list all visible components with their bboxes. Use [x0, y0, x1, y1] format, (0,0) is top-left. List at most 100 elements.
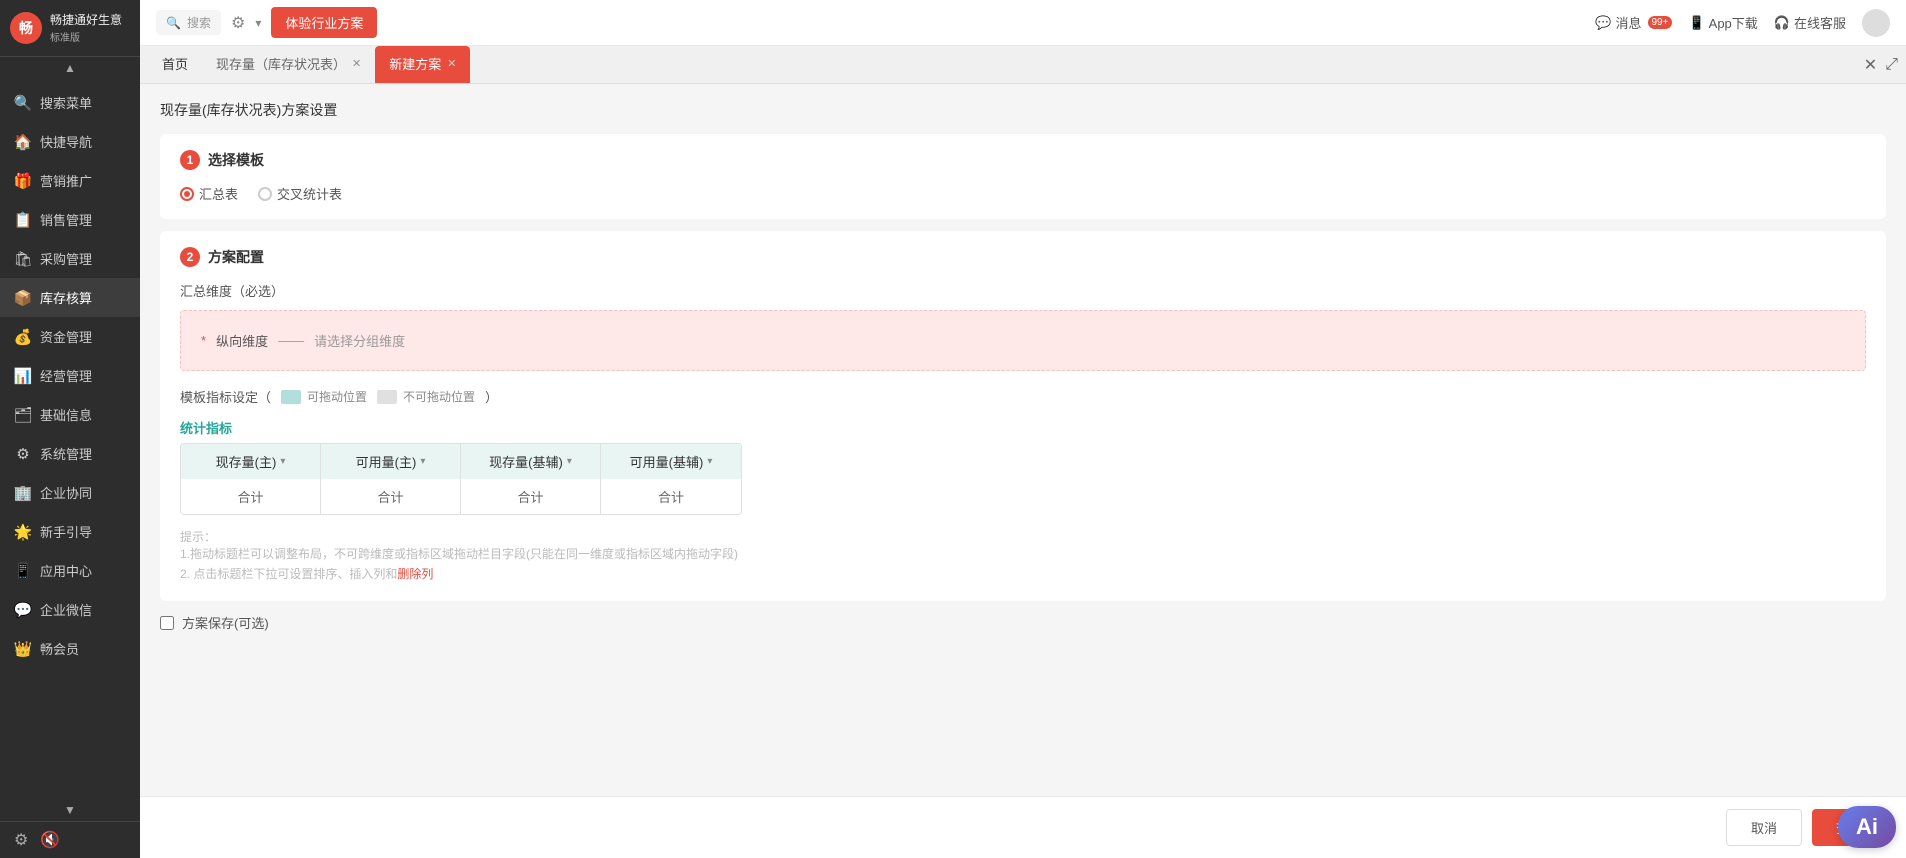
dimension-dash: ——: [278, 333, 304, 348]
radio-summary-label: 汇总表: [199, 184, 238, 203]
delete-col-link[interactable]: 删除列: [397, 567, 433, 581]
sidebar-item-system[interactable]: ⚙ 系统管理: [0, 434, 140, 473]
app-name: 畅捷通好生意: [50, 12, 122, 29]
sidebar-item-label: 资金管理: [40, 327, 92, 346]
footer-buttons: 取消 查询: [140, 796, 1906, 858]
message-item[interactable]: 💬 消息 99+: [1595, 13, 1672, 32]
sidebar-item-label: 采购管理: [40, 249, 92, 268]
industry-btn[interactable]: 体验行业方案: [271, 7, 377, 38]
sidebar-item-label: 快捷导航: [40, 132, 92, 151]
headset-icon: 🎧: [1774, 15, 1790, 31]
sidebar-item-finance[interactable]: 💰 资金管理: [0, 317, 140, 356]
stats-col-header-2[interactable]: 现存量(基辅) ▾: [461, 444, 601, 479]
sidebar-item-quick-nav[interactable]: 🏠 快捷导航: [0, 122, 140, 161]
search-box[interactable]: 🔍 搜索: [156, 10, 221, 35]
marketing-icon: 🎁: [14, 172, 32, 190]
stats-chevron-3[interactable]: ▾: [707, 456, 712, 467]
sidebar-item-label: 库存核算: [40, 288, 92, 307]
sidebar-item-basic-info[interactable]: 🗂 基础信息: [0, 395, 140, 434]
stats-chevron-2[interactable]: ▾: [567, 456, 572, 467]
sidebar-logo: 畅 畅捷通好生意 标准版: [0, 0, 140, 57]
content-area: 现存量(库存状况表)方案设置 1 选择模板 汇总表 交叉统计表: [140, 84, 1906, 796]
tab-new-scheme-label: 新建方案: [389, 54, 441, 73]
window-close-btn[interactable]: ✕: [1864, 55, 1877, 75]
tabs-bar: 首页 现存量（库存状况表） ✕ 新建方案 ✕ ✕ ⤢: [140, 46, 1906, 84]
dropdown-icon[interactable]: ▾: [255, 16, 261, 30]
tab-new-scheme[interactable]: 新建方案 ✕: [375, 46, 470, 83]
radio-cross-dot: [258, 187, 272, 201]
section-choose-template: 1 选择模板 汇总表 交叉统计表: [160, 134, 1886, 219]
tips-section: 提示： 1.拖动标题栏可以调整布局，不可跨维度或指标区域拖动栏目字段(只能在同一…: [180, 528, 1866, 582]
search-icon: 🔍: [166, 16, 181, 30]
sidebar-item-new-guide[interactable]: 🌟 新手引导: [0, 512, 140, 551]
logo-icon: 畅: [10, 12, 42, 44]
sidebar-item-label: 搜索菜单: [40, 93, 92, 112]
tips-title: 提示：: [180, 530, 216, 544]
window-expand-btn[interactable]: ⤢: [1885, 56, 1898, 74]
operations-icon: 📊: [14, 367, 32, 385]
sidebar-item-marketing[interactable]: 🎁 营销推广: [0, 161, 140, 200]
ai-badge[interactable]: Ai: [1838, 806, 1896, 848]
top-bar: 🔍 搜索 ⚙ ▾ 体验行业方案 💬 消息 99+ 📱 App下载 🎧 在线客服: [140, 0, 1906, 46]
stats-col-header-3[interactable]: 可用量(基辅) ▾: [601, 444, 741, 479]
section2-header: 2 方案配置: [180, 247, 1866, 267]
sidebar-item-search-menu[interactable]: 🔍 搜索菜单: [0, 83, 140, 122]
stats-table-header: 现存量(主) ▾ 可用量(主) ▾ 现存量(基辅) ▾ 可用量(基辅): [181, 444, 741, 479]
stats-body-label-0: 合计: [237, 487, 263, 506]
stats-table-body: 合计 合计 合计 合计: [181, 479, 741, 514]
template-radio-group: 汇总表 交叉统计表: [180, 184, 1866, 203]
sidebar-item-purchase[interactable]: 🛍 采购管理: [0, 239, 140, 278]
settings-icon[interactable]: ⚙: [14, 830, 28, 850]
sound-icon[interactable]: 🔇: [40, 830, 60, 850]
sidebar-item-label: 应用中心: [40, 561, 92, 580]
stats-header-label-3: 可用量(基辅): [630, 452, 704, 471]
app-download-item[interactable]: 📱 App下载: [1688, 13, 1757, 32]
dimension-required-mark: *: [201, 333, 206, 348]
sidebar-nav: 🔍 搜索菜单 🏠 快捷导航 🎁 营销推广 📋 销售管理 🛍 采购管理 📦 库存核…: [0, 79, 140, 799]
gear-icon[interactable]: ⚙: [231, 13, 245, 33]
basic-info-icon: 🗂: [14, 406, 32, 424]
vertical-dim-hint: 请选择分组维度: [314, 331, 405, 350]
message-label: 消息: [1615, 13, 1641, 32]
dimension-box[interactable]: * 纵向维度 —— 请选择分组维度: [180, 310, 1866, 371]
app-download-label: App下载: [1709, 13, 1758, 32]
stats-section-title: 统计指标: [180, 418, 1866, 437]
system-icon: ⚙: [14, 445, 32, 463]
sidebar-item-vip[interactable]: 👑 畅会员: [0, 629, 140, 668]
online-service-item[interactable]: 🎧 在线客服: [1774, 13, 1846, 32]
sidebar-item-sales[interactable]: 📋 销售管理: [0, 200, 140, 239]
stats-col-header-1[interactable]: 可用量(主) ▾: [321, 444, 461, 479]
phone-icon: 📱: [1688, 15, 1704, 31]
sidebar-item-corp-wechat[interactable]: 💬 企业微信: [0, 590, 140, 629]
sidebar-item-inventory[interactable]: 📦 库存核算: [0, 278, 140, 317]
sidebar-item-label: 企业协同: [40, 483, 92, 502]
indicator-suffix: ）: [485, 387, 498, 406]
user-avatar[interactable]: [1862, 9, 1890, 37]
tab-home[interactable]: 首页: [148, 46, 202, 83]
search-menu-icon: 🔍: [14, 94, 32, 112]
sidebar-scroll-up[interactable]: ▲: [0, 57, 140, 79]
tab-inventory-close[interactable]: ✕: [352, 57, 361, 70]
tab-inventory[interactable]: 现存量（库存状况表） ✕: [202, 46, 375, 83]
section1-num: 1: [180, 150, 200, 170]
stats-col-header-0[interactable]: 现存量(主) ▾: [181, 444, 321, 479]
sidebar-item-label: 基础信息: [40, 405, 92, 424]
legend-non-draggable-label: 不可拖动位置: [403, 388, 475, 405]
sidebar-scroll-down[interactable]: ▼: [0, 799, 140, 821]
stats-chevron-0[interactable]: ▾: [280, 456, 285, 467]
sidebar-item-app-center[interactable]: 📱 应用中心: [0, 551, 140, 590]
legend-non-draggable-swatch: [377, 390, 397, 404]
radio-cross[interactable]: 交叉统计表: [258, 184, 342, 203]
company-icon: 🏢: [14, 484, 32, 502]
sidebar-item-company[interactable]: 🏢 企业协同: [0, 473, 140, 512]
cancel-button[interactable]: 取消: [1726, 809, 1802, 846]
radio-summary[interactable]: 汇总表: [180, 184, 238, 203]
legend-draggable-swatch: [281, 390, 301, 404]
sidebar-item-operations[interactable]: 📊 经营管理: [0, 356, 140, 395]
sales-icon: 📋: [14, 211, 32, 229]
section2-title: 方案配置: [208, 247, 264, 267]
save-checkbox[interactable]: [160, 616, 174, 630]
stats-chevron-1[interactable]: ▾: [420, 456, 425, 467]
top-bar-left: 🔍 搜索 ⚙ ▾ 体验行业方案: [156, 7, 377, 38]
tab-new-scheme-close[interactable]: ✕: [447, 57, 456, 70]
